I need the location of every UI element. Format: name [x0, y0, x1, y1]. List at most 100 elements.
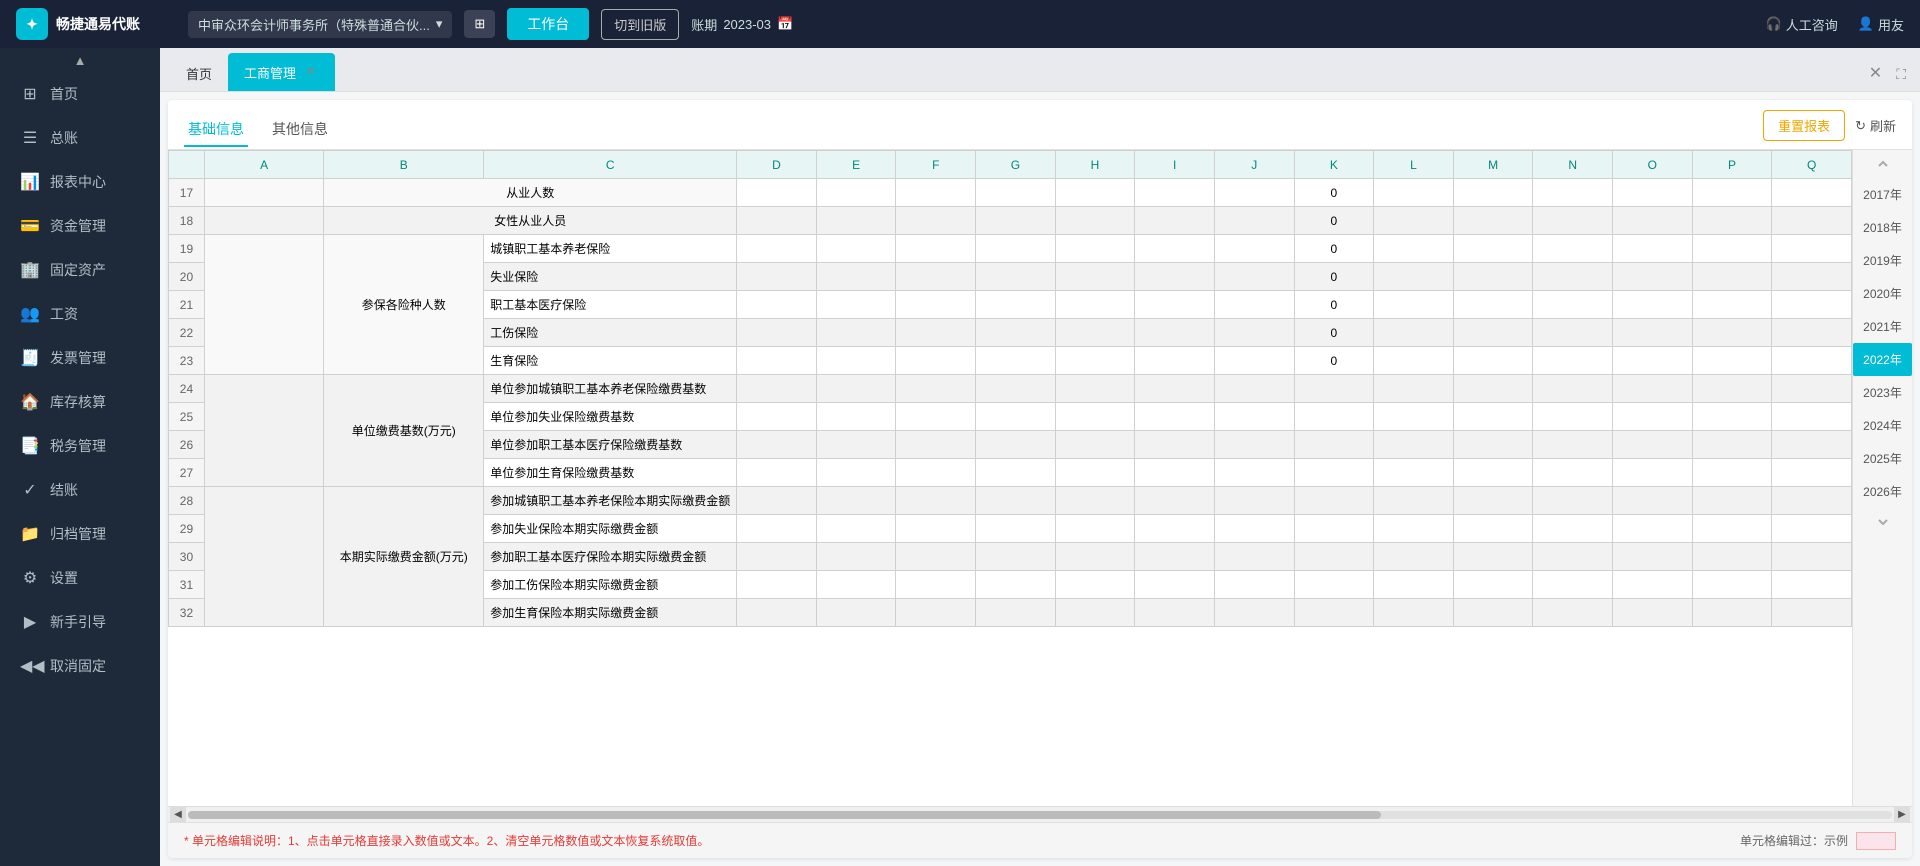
cell-17-p[interactable] [1692, 179, 1772, 207]
year-item-2018[interactable]: 2018年 [1853, 211, 1912, 244]
cell-19-22-b[interactable]: 参保各险种人数 [324, 235, 484, 375]
cell-19-d[interactable] [737, 235, 817, 263]
sidebar-item-ledger[interactable]: ☰ 总账 [0, 116, 160, 160]
cell-19-e[interactable] [816, 235, 896, 263]
cell-18-a[interactable] [204, 207, 323, 235]
year-item-2022[interactable]: 2022年 [1853, 343, 1912, 376]
workbench-button[interactable]: 工作台 [507, 8, 589, 40]
cell-19-j[interactable] [1214, 235, 1294, 263]
sidebar-item-settings[interactable]: ⚙ 设置 [0, 556, 160, 600]
cell-27-c[interactable]: 单位参加生育保险缴费基数 [484, 459, 737, 487]
cell-17-h[interactable] [1055, 179, 1135, 207]
cell-17-q[interactable] [1772, 179, 1852, 207]
cell-19-h[interactable] [1055, 235, 1135, 263]
cell-18-f[interactable] [896, 207, 976, 235]
tab-home[interactable]: 首页 [170, 56, 228, 91]
year-item-2020[interactable]: 2020年 [1853, 277, 1912, 310]
cell-18-h[interactable] [1055, 207, 1135, 235]
cell-19-l[interactable] [1374, 235, 1454, 263]
cell-18-e[interactable] [816, 207, 896, 235]
cell-18-n[interactable] [1533, 207, 1613, 235]
cell-26-c[interactable]: 单位参加职工基本医疗保险缴费基数 [484, 431, 737, 459]
cell-28-c[interactable]: 参加城镇职工基本养老保险本期实际缴费金额 [484, 487, 737, 515]
cell-19-o[interactable] [1613, 235, 1693, 263]
cell-32-c[interactable]: 参加生育保险本期实际缴费金额 [484, 599, 737, 627]
sidebar-item-funds[interactable]: 💳 资金管理 [0, 204, 160, 248]
maximize-button[interactable]: ⛶ [1892, 64, 1910, 85]
spreadsheet-container[interactable]: A B C D E F G H I J K L M [168, 150, 1852, 806]
tab-close-button[interactable]: × [302, 61, 319, 83]
cell-17-m[interactable] [1453, 179, 1533, 207]
sidebar-item-tax[interactable]: 📑 税务管理 [0, 424, 160, 468]
company-selector[interactable]: 中审众环会计师事务所（特殊普通合伙... ▾ [188, 11, 452, 38]
sidebar-item-home[interactable]: ⊞ 首页 [0, 72, 160, 116]
consult-button[interactable]: 🎧 人工咨询 [1766, 15, 1838, 34]
h-scroll-left[interactable]: ◀ [170, 807, 186, 823]
year-scroll-down[interactable] [1853, 508, 1912, 536]
cell-17-o[interactable] [1613, 179, 1693, 207]
cell-17-l[interactable] [1374, 179, 1454, 207]
close-window-button[interactable]: ✕ [1865, 61, 1886, 85]
cell-17-b[interactable]: 从业人数 [324, 179, 737, 207]
cell-30-c[interactable]: 参加职工基本医疗保险本期实际缴费金额 [484, 543, 737, 571]
cell-17-a[interactable] [204, 179, 323, 207]
sidebar-item-closing[interactable]: ✓ 结账 [0, 468, 160, 512]
tab-business[interactable]: 工商管理 × [228, 53, 335, 91]
sidebar-item-reports[interactable]: 📊 报表中心 [0, 160, 160, 204]
year-item-2023[interactable]: 2023年 [1853, 376, 1912, 409]
cell-19-p[interactable] [1692, 235, 1772, 263]
cell-17-e[interactable] [816, 179, 896, 207]
reset-report-button[interactable]: 重置报表 [1763, 110, 1845, 141]
sub-tab-basic[interactable]: 基础信息 [184, 113, 248, 147]
cell-18-d[interactable] [737, 207, 817, 235]
sidebar-item-invoice[interactable]: 🧾 发票管理 [0, 336, 160, 380]
h-scroll-track[interactable] [188, 811, 1892, 819]
cell-24-b[interactable]: 单位缴费基数(万元) [324, 375, 484, 487]
sidebar-item-archive[interactable]: 📁 归档管理 [0, 512, 160, 556]
cell-23-c[interactable]: 生育保险 [484, 347, 737, 375]
cell-18-p[interactable] [1692, 207, 1772, 235]
sub-tab-other[interactable]: 其他信息 [268, 113, 332, 147]
cell-18-m[interactable] [1453, 207, 1533, 235]
h-scroll-thumb[interactable] [188, 811, 1381, 819]
cell-23-k[interactable]: 0 [1294, 347, 1374, 375]
sidebar-item-newhand[interactable]: ▶ 新手引导 [0, 600, 160, 644]
cell-20-c[interactable]: 失业保险 [484, 263, 737, 291]
cell-29-c[interactable]: 参加失业保险本期实际缴费金额 [484, 515, 737, 543]
year-item-2024[interactable]: 2024年 [1853, 409, 1912, 442]
cell-19-q[interactable] [1772, 235, 1852, 263]
cell-19-22-a[interactable] [204, 235, 323, 375]
cell-22-c[interactable]: 工伤保险 [484, 319, 737, 347]
cell-21-k[interactable]: 0 [1294, 291, 1374, 319]
sidebar-item-assets[interactable]: 🏢 固定资产 [0, 248, 160, 292]
cell-17-i[interactable] [1135, 179, 1215, 207]
cell-19-k[interactable]: 0 [1294, 235, 1374, 263]
year-item-2019[interactable]: 2019年 [1853, 244, 1912, 277]
user-menu[interactable]: 👤 用友 [1858, 15, 1904, 34]
cell-17-d[interactable] [737, 179, 817, 207]
cell-19-f[interactable] [896, 235, 976, 263]
cell-19-m[interactable] [1453, 235, 1533, 263]
old-version-button[interactable]: 切到旧版 [601, 9, 679, 40]
sidebar-item-inventory[interactable]: 🏠 库存核算 [0, 380, 160, 424]
h-scroll-right[interactable]: ▶ [1894, 807, 1910, 823]
cell-22-k[interactable]: 0 [1294, 319, 1374, 347]
year-scroll-up[interactable] [1853, 150, 1912, 178]
cell-19-i[interactable] [1135, 235, 1215, 263]
cell-17-k[interactable]: 0 [1294, 179, 1374, 207]
cell-18-j[interactable] [1214, 207, 1294, 235]
copy-button[interactable]: ⊞ [464, 10, 495, 38]
cell-31-c[interactable]: 参加工伤保险本期实际缴费金额 [484, 571, 737, 599]
cell-18-l[interactable] [1374, 207, 1454, 235]
h-scroll-bar[interactable]: ◀ ▶ [168, 806, 1912, 822]
year-item-2021[interactable]: 2021年 [1853, 310, 1912, 343]
sidebar-scroll-up[interactable]: ▲ [0, 48, 160, 72]
cell-18-b[interactable]: 女性从业人员 [324, 207, 737, 235]
cell-17-n[interactable] [1533, 179, 1613, 207]
refresh-button[interactable]: ↻ 刷新 [1855, 116, 1896, 135]
year-item-2026[interactable]: 2026年 [1853, 475, 1912, 508]
calendar-icon[interactable]: 📅 [777, 16, 793, 32]
cell-28-b[interactable]: 本期实际缴费金额(万元) [324, 487, 484, 627]
cell-18-o[interactable] [1613, 207, 1693, 235]
cell-25-c[interactable]: 单位参加失业保险缴费基数 [484, 403, 737, 431]
